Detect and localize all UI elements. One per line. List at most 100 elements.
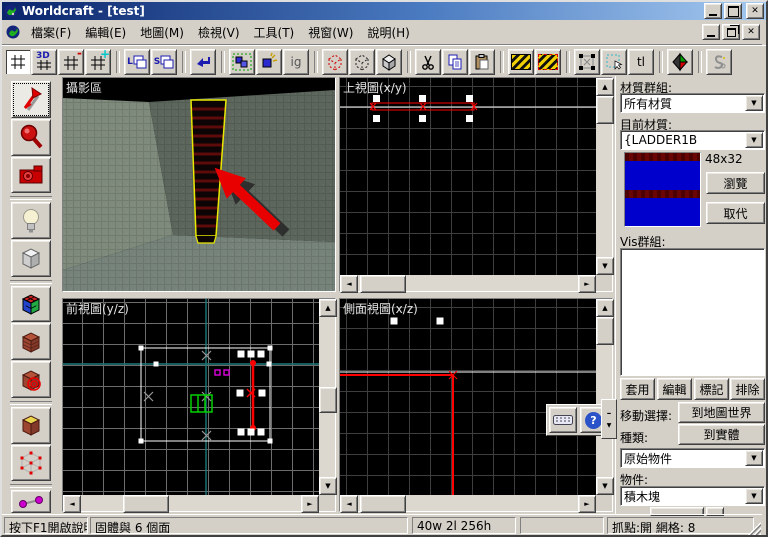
select-cursor-button[interactable] xyxy=(601,48,627,75)
scroll-down-button[interactable] xyxy=(596,477,614,495)
hscroll-thumb[interactable] xyxy=(360,495,406,513)
hscroll-thumb[interactable] xyxy=(123,495,169,513)
current-texture-select[interactable]: {LADDER1B xyxy=(620,130,765,150)
larger-grid-button[interactable]: + xyxy=(85,47,111,75)
paste-button[interactable] xyxy=(469,48,495,75)
scissors-icon xyxy=(422,55,434,70)
replace-button[interactable]: 取代 xyxy=(706,202,765,224)
close-button[interactable] xyxy=(746,3,764,19)
dashed-cube-icon xyxy=(355,53,369,71)
mdi-minimize-button[interactable] xyxy=(702,24,720,40)
ungroup-button[interactable] xyxy=(256,48,282,75)
toggle-3d-grid-button[interactable]: 3D xyxy=(31,48,57,75)
document-icon[interactable] xyxy=(6,25,20,39)
scroll-right-button[interactable] xyxy=(301,495,319,513)
smaller-grid-button[interactable]: - xyxy=(58,46,84,75)
dropdown-arrow-icon[interactable] xyxy=(745,95,763,111)
tool-apply-texture[interactable] xyxy=(11,323,51,361)
vis-groups-list[interactable] xyxy=(620,248,765,376)
tool-toggle-textures[interactable] xyxy=(11,285,51,323)
top-view-vscrollbar[interactable] xyxy=(596,78,614,275)
menu-item-tools[interactable]: 工具(T) xyxy=(247,21,302,44)
mdi-restore-button[interactable] xyxy=(722,24,740,40)
texture-group-select[interactable]: 所有材質 xyxy=(620,93,765,113)
objects-select[interactable]: 積木塊 xyxy=(620,486,765,506)
dropdown-arrow-icon[interactable] xyxy=(745,132,763,148)
front-view-vscrollbar[interactable] xyxy=(319,299,337,495)
side-view-vscrollbar[interactable] xyxy=(596,299,614,495)
keyboard-icon xyxy=(552,415,573,425)
menu-item-file[interactable]: 檔案(F) xyxy=(24,21,78,44)
top-view-hscrollbar[interactable] xyxy=(340,275,596,293)
tool-vertex[interactable] xyxy=(11,444,51,482)
hide-selected-button[interactable] xyxy=(322,48,348,75)
hscroll-thumb[interactable] xyxy=(360,275,406,293)
tool-camera[interactable] xyxy=(11,156,51,194)
scroll-left-button[interactable] xyxy=(340,495,358,513)
menu-item-help[interactable]: 說明(H) xyxy=(360,21,416,44)
scroll-up-button[interactable] xyxy=(596,299,614,317)
mdi-close-button[interactable] xyxy=(742,24,760,40)
camera-viewport[interactable]: 攝影區 xyxy=(62,77,336,292)
texture-lock-button[interactable]: tl xyxy=(628,48,654,75)
scroll-up-button[interactable] xyxy=(596,78,614,96)
scroll-down-button[interactable] xyxy=(319,477,337,495)
resize-grip[interactable] xyxy=(748,522,761,535)
to-entity-button[interactable]: 到實體 xyxy=(678,424,765,445)
vscroll-thumb[interactable] xyxy=(596,317,614,345)
group-button[interactable] xyxy=(229,48,255,75)
cordon-toggle-button[interactable] xyxy=(535,48,561,75)
tool-magnify[interactable] xyxy=(11,118,51,156)
scroll-right-button[interactable] xyxy=(578,275,596,293)
tool-block[interactable] xyxy=(11,240,51,277)
tool-selection[interactable] xyxy=(11,81,51,118)
vscroll-thumb[interactable] xyxy=(319,387,337,413)
scroll-down-button[interactable] xyxy=(596,257,614,275)
menu-item-edit[interactable]: 編輯(E) xyxy=(78,21,133,44)
category-select[interactable]: 原始物件 xyxy=(620,448,765,468)
vis-mark-button[interactable]: 標記 xyxy=(694,378,729,400)
tool-entity[interactable] xyxy=(11,202,51,239)
cordon-edit-button[interactable] xyxy=(508,48,534,75)
keyboard-button[interactable] xyxy=(548,407,577,433)
dropdown-arrow-icon[interactable] xyxy=(745,488,763,504)
hide-unselected-button[interactable] xyxy=(349,48,375,75)
show-all-button[interactable] xyxy=(376,48,402,75)
cascade-small-button[interactable]: S xyxy=(151,48,177,75)
scroll-up-button[interactable] xyxy=(319,299,337,317)
copy-button[interactable] xyxy=(442,48,468,75)
selection-arrow-icon xyxy=(23,87,42,112)
split-face-button[interactable] xyxy=(706,48,732,75)
scroll-right-button[interactable] xyxy=(578,495,596,513)
menu-item-view[interactable]: 檢視(V) xyxy=(191,21,247,44)
cascade-large-button[interactable]: L xyxy=(124,48,150,75)
maximize-button[interactable] xyxy=(724,3,742,19)
front-view-overlay xyxy=(63,299,319,495)
vscroll-thumb[interactable] xyxy=(596,96,614,124)
minimize-button[interactable] xyxy=(704,3,722,19)
browse-button[interactable]: 瀏覽 xyxy=(706,172,765,194)
lightbulb-icon xyxy=(23,208,39,233)
scroll-left-button[interactable] xyxy=(340,275,358,293)
toggle-grid-button[interactable] xyxy=(6,49,30,74)
selection-handles-button[interactable] xyxy=(574,48,600,75)
cascade-small-icon: S xyxy=(154,55,174,69)
vis-apply-button[interactable]: 套用 xyxy=(620,378,655,400)
dropdown-arrow-icon[interactable] xyxy=(745,450,763,466)
menu-item-map[interactable]: 地圖(M) xyxy=(133,21,191,44)
vis-purge-button[interactable]: 排除 xyxy=(730,378,765,400)
vis-edit-button[interactable]: 編輯 xyxy=(657,378,692,400)
to-world-button[interactable]: 到地圖世界 xyxy=(678,402,765,423)
menu-item-window[interactable]: 視窗(W) xyxy=(301,21,360,44)
texture-application-button[interactable] xyxy=(667,48,693,75)
scroll-left-button[interactable] xyxy=(63,495,81,513)
tool-path[interactable] xyxy=(11,490,51,513)
tool-clipping[interactable] xyxy=(11,406,51,444)
ignore-groups-button[interactable]: ig xyxy=(283,48,309,75)
side-view-hscrollbar[interactable] xyxy=(340,495,596,513)
tool-apply-decals[interactable] xyxy=(11,361,51,398)
undo-button[interactable] xyxy=(190,48,216,75)
cut-button[interactable] xyxy=(415,48,441,75)
front-view-hscrollbar[interactable] xyxy=(63,495,319,513)
floating-toolbar-grip[interactable] xyxy=(601,399,617,439)
